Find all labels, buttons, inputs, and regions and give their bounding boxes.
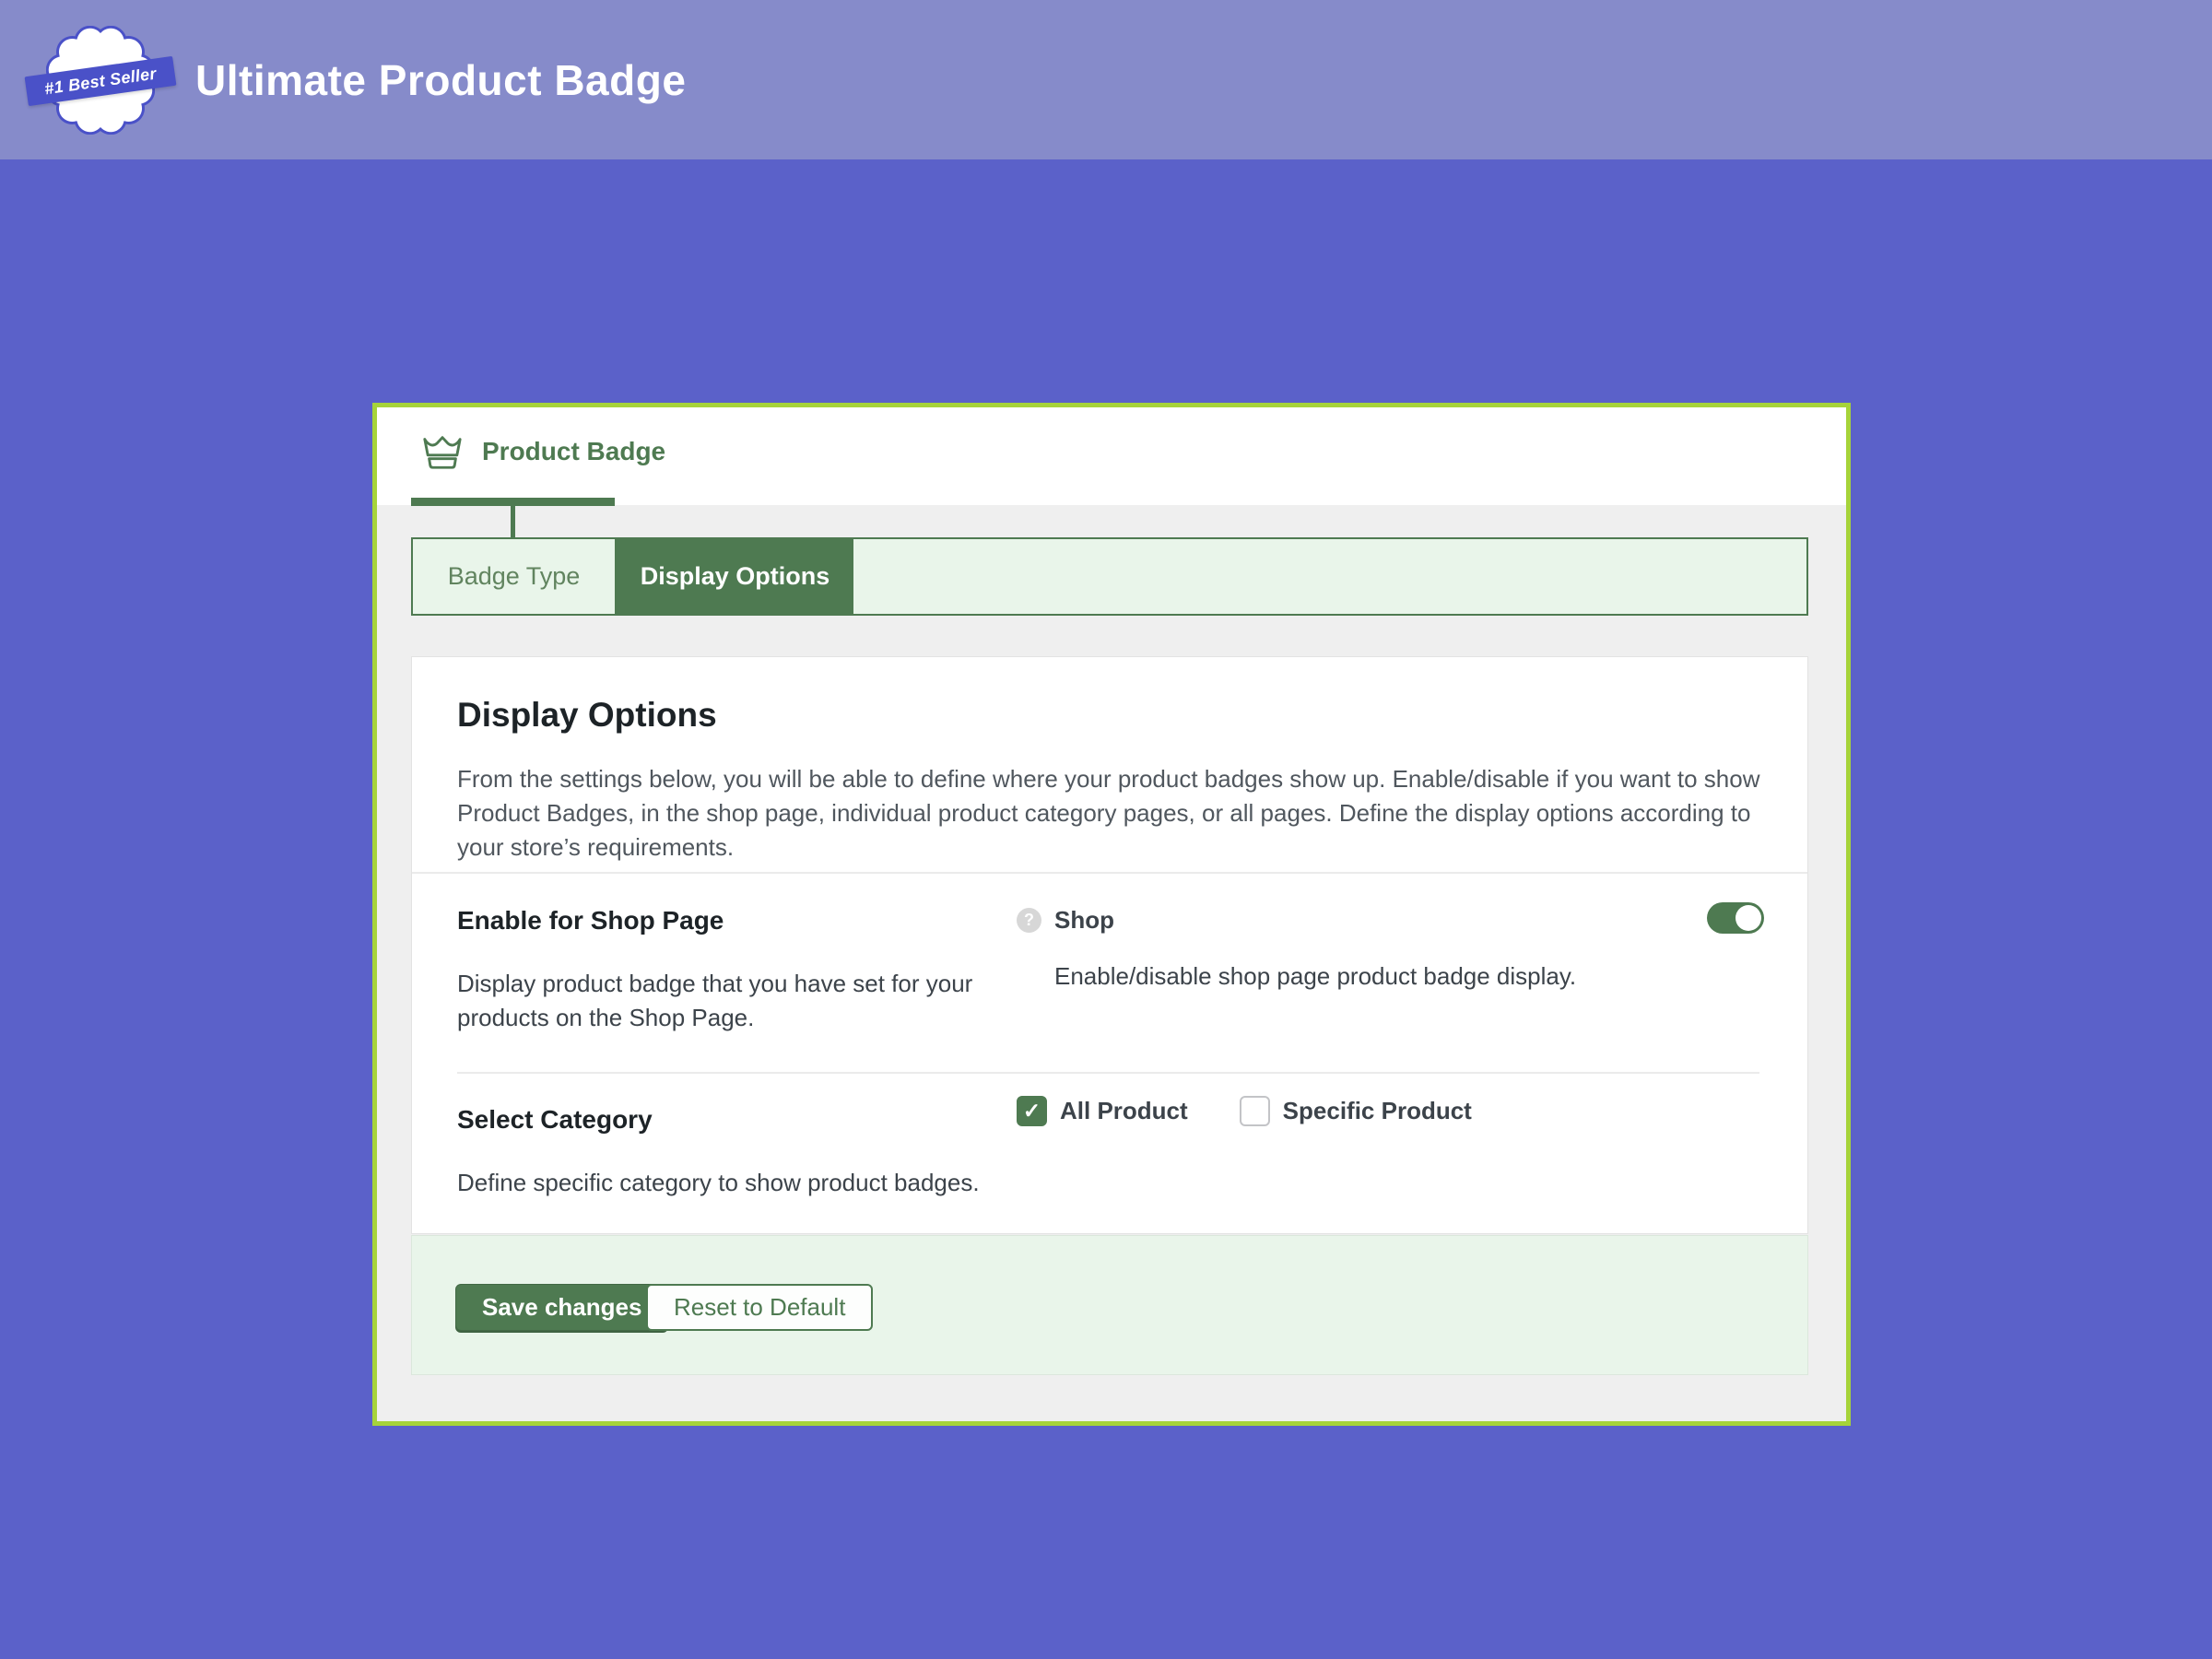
shop-setting-title: Enable for Shop Page	[457, 906, 724, 935]
shop-field: ? Shop Enable/disable shop page product …	[1017, 906, 1606, 991]
category-setting-description: Define specific category to show product…	[457, 1169, 980, 1196]
shop-toggle[interactable]	[1707, 902, 1764, 934]
panel-heading: Display Options	[457, 696, 717, 734]
panel-intro-text: From the settings below, you will be abl…	[457, 765, 1760, 861]
category-setting-info: Select Category Define specific category…	[457, 1105, 992, 1200]
panel-intro: Display Options From the settings below,…	[457, 696, 1764, 865]
tab-display-options[interactable]: Display Options	[617, 539, 853, 614]
checkbox-all-product-checked-icon[interactable]: ✓	[1017, 1096, 1047, 1126]
setting-row-shop: Enable for Shop Page Display product bad…	[412, 875, 1807, 1072]
option-all-product-label: All Product	[1060, 1097, 1188, 1124]
settings-card: Product Badge Badge Type Display Options…	[372, 403, 1851, 1426]
help-icon[interactable]: ?	[1017, 908, 1041, 933]
section-divider	[412, 872, 1807, 874]
shop-setting-description: Display product badge that you have set …	[457, 970, 973, 1031]
crown-icon	[423, 436, 462, 469]
shop-field-description: Enable/disable shop page product badge d…	[1054, 962, 1577, 990]
reset-to-default-button[interactable]: Reset to Default	[646, 1284, 874, 1331]
category-setting-title: Select Category	[457, 1105, 653, 1134]
actions-footer: Save changes Reset to Default	[411, 1235, 1808, 1375]
option-all-product[interactable]: ✓ All Product	[1017, 1096, 1188, 1126]
main-tab-label: Product Badge	[482, 437, 666, 465]
app-header: #1 Best Seller Ultimate Product Badge	[0, 0, 2212, 159]
tab-badge-type[interactable]: Badge Type	[413, 539, 617, 614]
shop-field-label: Shop	[1054, 906, 1114, 934]
subtab-bar: Badge Type Display Options	[411, 537, 1808, 616]
option-specific-product-label: Specific Product	[1282, 1097, 1472, 1124]
card-top-bar: Product Badge	[377, 407, 1846, 506]
page: { "header": { "title": "Ultimate Product…	[0, 0, 2212, 1659]
option-specific-product[interactable]: Specific Product	[1239, 1096, 1472, 1126]
save-changes-button[interactable]: Save changes	[455, 1284, 669, 1331]
toggle-knob	[1735, 905, 1761, 931]
app-logo: #1 Best Seller	[24, 25, 177, 135]
shop-field-label-row: ? Shop	[1017, 906, 1606, 935]
checkbox-specific-product[interactable]	[1239, 1096, 1270, 1126]
category-options: ✓ All Product Specific Product	[1017, 1096, 1472, 1126]
page-title: Ultimate Product Badge	[195, 55, 687, 104]
tab-connector-line	[511, 505, 515, 537]
shop-setting-info: Enable for Shop Page Display product bad…	[457, 906, 992, 1035]
setting-row-category: Select Category Define specific category…	[412, 1074, 1807, 1235]
display-options-panel: Display Options From the settings below,…	[411, 656, 1808, 1234]
tab-product-badge[interactable]: Product Badge	[421, 433, 665, 470]
